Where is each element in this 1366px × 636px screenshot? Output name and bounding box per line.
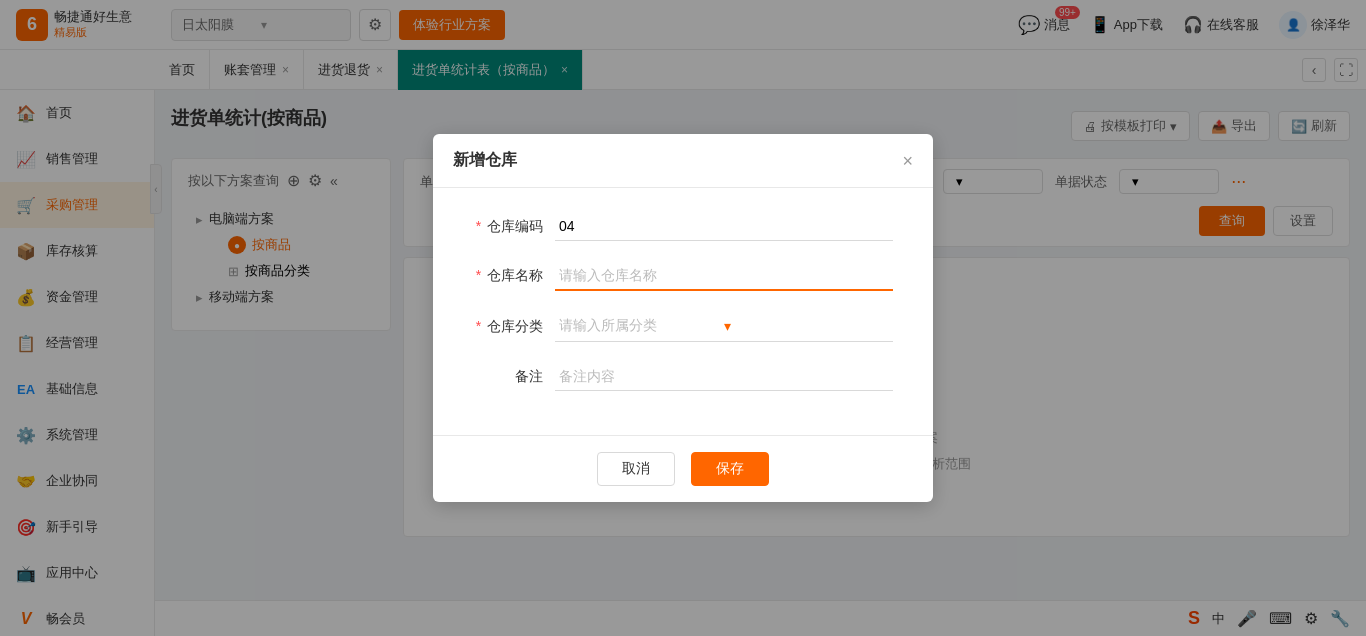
category-placeholder: 请输入所属分类	[559, 317, 724, 335]
modal-overlay: 新增仓库 × * 仓库编码 * 仓库名称	[0, 0, 1366, 636]
form-row-note: 备注	[473, 362, 893, 391]
form-row-name: * 仓库名称	[473, 261, 893, 291]
modal-header: 新增仓库 ×	[433, 134, 933, 188]
form-row-category: * 仓库分类 请输入所属分类 ▾	[473, 311, 893, 342]
code-required-star: *	[476, 218, 481, 234]
code-input[interactable]	[555, 212, 893, 241]
modal-close-btn[interactable]: ×	[902, 152, 913, 170]
code-label: * 仓库编码	[473, 218, 543, 236]
save-button[interactable]: 保存	[691, 452, 769, 486]
warehouse-modal: 新增仓库 × * 仓库编码 * 仓库名称	[433, 134, 933, 502]
category-dropdown-icon: ▾	[724, 318, 889, 334]
name-required-star: *	[476, 267, 481, 283]
name-input[interactable]	[555, 261, 893, 291]
modal-body: * 仓库编码 * 仓库名称 * 仓库分类 请输入	[433, 188, 933, 435]
cancel-button[interactable]: 取消	[597, 452, 675, 486]
category-required-star: *	[476, 318, 481, 334]
category-label: * 仓库分类	[473, 318, 543, 336]
modal-footer: 取消 保存	[433, 435, 933, 502]
form-row-code: * 仓库编码	[473, 212, 893, 241]
name-label: * 仓库名称	[473, 267, 543, 285]
category-select[interactable]: 请输入所属分类 ▾	[555, 311, 893, 342]
note-label: 备注	[473, 368, 543, 386]
modal-title: 新增仓库	[453, 150, 517, 171]
note-input[interactable]	[555, 362, 893, 391]
